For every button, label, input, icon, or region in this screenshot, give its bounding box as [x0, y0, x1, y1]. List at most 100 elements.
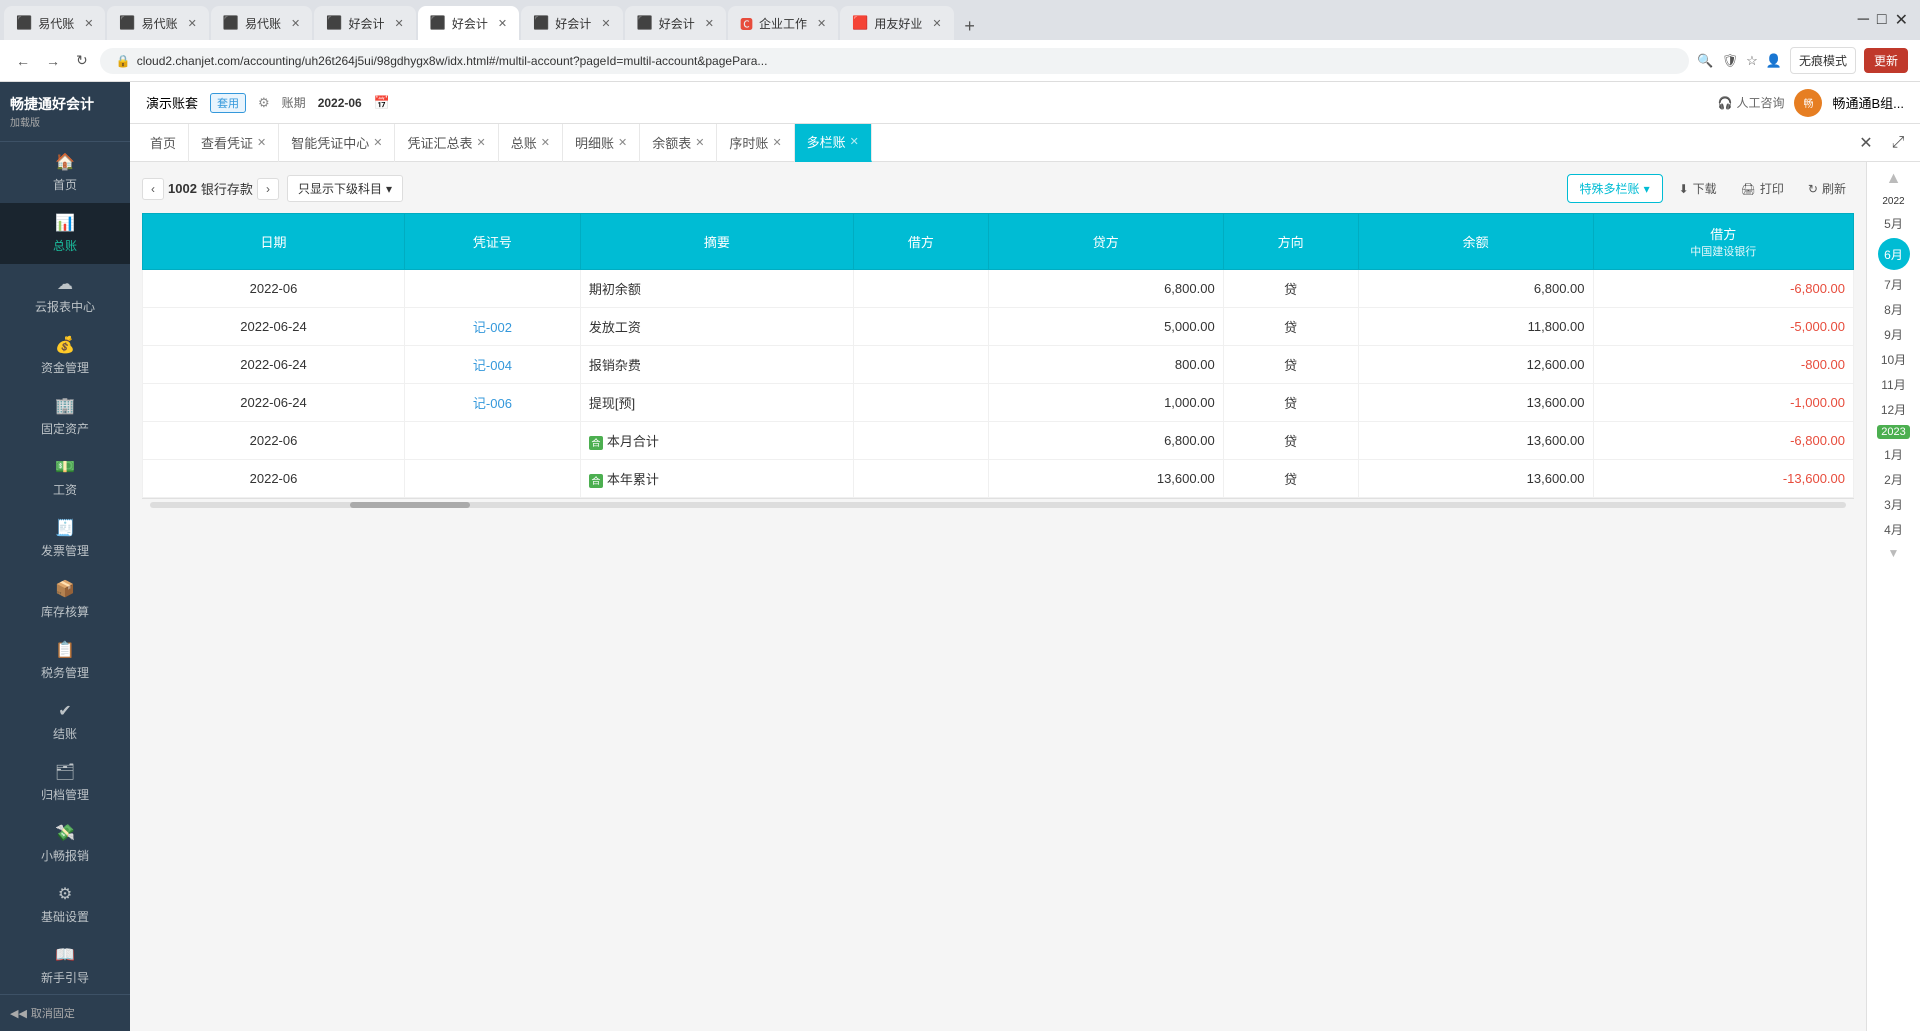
month-jul[interactable]: 7月: [1867, 272, 1920, 297]
star-icon[interactable]: ☆: [1746, 53, 1758, 69]
tab-3-close[interactable]: ✕: [291, 17, 300, 30]
browser-tab-2[interactable]: ⬛ 易代账 ✕: [107, 6, 208, 40]
nav-tab-detail[interactable]: 明细账 ✕: [563, 124, 640, 162]
back-button[interactable]: ←: [12, 49, 34, 73]
bottom-scrollbar[interactable]: [142, 498, 1854, 510]
nav-tab-multi-column[interactable]: 多栏账 ✕: [795, 124, 872, 162]
shield-icon[interactable]: 🛡: [1722, 53, 1739, 69]
cell-balance-1: 11,800.00: [1358, 308, 1593, 346]
calendar-scroll-down[interactable]: ▼: [1884, 542, 1904, 564]
month-may[interactable]: 5月: [1867, 211, 1920, 236]
sidebar-item-cloud-report[interactable]: ☁ 云报表中心: [0, 264, 130, 325]
nav-tab-smart-voucher[interactable]: 智能凭证中心 ✕: [279, 124, 395, 162]
nav-tab-detail-close[interactable]: ✕: [618, 136, 627, 149]
month-aug[interactable]: 8月: [1867, 297, 1920, 322]
month-apr[interactable]: 4月: [1867, 517, 1920, 542]
nav-tab-journal[interactable]: 序时账 ✕: [717, 124, 794, 162]
sidebar-item-inventory[interactable]: 📦 库存核算: [0, 569, 130, 630]
tab-6-close[interactable]: ✕: [601, 17, 610, 30]
voucher-link-1[interactable]: 记-002: [473, 320, 512, 335]
sidebar-item-home[interactable]: 🏠 首页: [0, 142, 130, 203]
sidebar-item-salary[interactable]: 💵 工资: [0, 447, 130, 508]
month-nov[interactable]: 11月: [1867, 372, 1920, 397]
profile-icon[interactable]: 👤: [1766, 53, 1782, 69]
calendar-icon[interactable]: 📅: [374, 95, 390, 111]
month-feb[interactable]: 2月: [1867, 467, 1920, 492]
browser-tab-1[interactable]: ⬛ 易代账 ✕: [4, 6, 105, 40]
nav-tab-home[interactable]: 首页: [138, 124, 189, 162]
tab-5-close[interactable]: ✕: [498, 17, 507, 30]
minimize-button[interactable]: ─: [1858, 11, 1869, 29]
nav-tab-voucher[interactable]: 查看凭证 ✕: [189, 124, 279, 162]
maximize-button[interactable]: □: [1877, 11, 1887, 29]
sidebar-item-fund[interactable]: 💰 资金管理: [0, 325, 130, 386]
month-jan[interactable]: 1月: [1867, 442, 1920, 467]
voucher-link-2[interactable]: 记-004: [473, 358, 512, 373]
unpin-button[interactable]: ◀◀ 取消固定: [10, 1005, 120, 1021]
tab-9-close[interactable]: ✕: [932, 17, 941, 30]
voucher-link-3[interactable]: 记-006: [473, 396, 512, 411]
next-account-button[interactable]: ›: [257, 178, 279, 200]
reload-button[interactable]: ↻: [72, 48, 92, 73]
month-mar[interactable]: 3月: [1867, 492, 1920, 517]
month-jun[interactable]: 6月: [1878, 238, 1910, 270]
nav-tab-smart-close[interactable]: ✕: [373, 136, 382, 149]
scroll-thumb[interactable]: [350, 502, 470, 508]
cell-voucher-1[interactable]: 记-002: [405, 308, 581, 346]
browser-tab-8[interactable]: 🅲 企业工作 ✕: [728, 6, 838, 40]
close-tab-button[interactable]: ✕: [1852, 129, 1880, 157]
month-oct[interactable]: 10月: [1867, 347, 1920, 372]
nav-tab-balance[interactable]: 余额表 ✕: [640, 124, 717, 162]
nav-tab-voucher-close[interactable]: ✕: [257, 136, 266, 149]
browser-tab-5[interactable]: ⬛ 好会计 ✕: [418, 6, 519, 40]
update-button[interactable]: 更新: [1864, 48, 1908, 73]
sidebar-item-close-account[interactable]: ✔ 结账: [0, 691, 130, 752]
close-window-button[interactable]: ✕: [1895, 10, 1908, 30]
tab-8-close[interactable]: ✕: [817, 17, 826, 30]
nav-tab-journal-close[interactable]: ✕: [772, 136, 781, 149]
cell-date-1: 2022-06-24: [143, 308, 405, 346]
browser-tab-9[interactable]: 🟥 用友好业 ✕: [840, 6, 953, 40]
nav-tab-gl-close[interactable]: ✕: [541, 136, 550, 149]
prev-account-button[interactable]: ‹: [142, 178, 164, 200]
sidebar-item-guide[interactable]: 📖 新手引导: [0, 935, 130, 994]
sidebar-item-settings[interactable]: ⚙ 基础设置: [0, 874, 130, 935]
calendar-scroll-up[interactable]: ▲: [1882, 166, 1906, 192]
mode-button[interactable]: 无痕模式: [1790, 47, 1856, 74]
consult-button[interactable]: 🎧 人工咨询: [1718, 94, 1785, 111]
expand-button[interactable]: ⤢: [1884, 129, 1912, 157]
browser-tab-6[interactable]: ⬛ 好会计 ✕: [521, 6, 622, 40]
nav-tab-general-ledger[interactable]: 总账 ✕: [499, 124, 563, 162]
browser-tab-7[interactable]: ⬛ 好会计 ✕: [625, 6, 726, 40]
download-button[interactable]: ⬇ 下载: [1671, 175, 1725, 202]
nav-tab-balance-close[interactable]: ✕: [695, 136, 704, 149]
nav-tab-summary[interactable]: 凭证汇总表 ✕: [395, 124, 498, 162]
month-sep[interactable]: 9月: [1867, 322, 1920, 347]
search-icon[interactable]: 🔍: [1697, 53, 1713, 69]
cell-voucher-3[interactable]: 记-006: [405, 384, 581, 422]
sidebar-item-tax[interactable]: 📋 税务管理: [0, 630, 130, 691]
new-tab-button[interactable]: +: [956, 12, 984, 40]
sidebar-item-invoice[interactable]: 🧾 发票管理: [0, 508, 130, 569]
cell-voucher-2[interactable]: 记-004: [405, 346, 581, 384]
sidebar-item-expense[interactable]: 💸 小畅报销: [0, 813, 130, 874]
refresh-button[interactable]: ↻ 刷新: [1800, 175, 1854, 202]
browser-tab-3[interactable]: ⬛ 易代账 ✕: [211, 6, 312, 40]
settings-icon[interactable]: ⚙: [258, 95, 270, 111]
sidebar-item-ledger[interactable]: 📊 总账: [0, 203, 130, 264]
forward-button[interactable]: →: [42, 49, 64, 73]
special-multi-column-button[interactable]: 特殊多栏账 ▾: [1567, 174, 1663, 203]
print-button[interactable]: 🖨 打印: [1733, 175, 1792, 202]
browser-tab-4[interactable]: ⬛ 好会计 ✕: [314, 6, 415, 40]
tab-7-close[interactable]: ✕: [705, 17, 714, 30]
tab-1-close[interactable]: ✕: [84, 17, 93, 30]
nav-tab-multi-close[interactable]: ✕: [850, 135, 859, 148]
url-input[interactable]: 🔒 cloud2.chanjet.com/accounting/uh26t264…: [100, 48, 1690, 74]
sidebar-item-archive[interactable]: 🗂 归档管理: [0, 752, 130, 813]
tab-2-close[interactable]: ✕: [188, 17, 197, 30]
tab-4-close[interactable]: ✕: [394, 17, 403, 30]
month-dec[interactable]: 12月: [1867, 397, 1920, 422]
filter-dropdown[interactable]: 只显示下级科目 ▾: [287, 175, 403, 202]
nav-tab-summary-close[interactable]: ✕: [477, 136, 486, 149]
sidebar-item-fixed-assets[interactable]: 🏢 固定资产: [0, 386, 130, 447]
